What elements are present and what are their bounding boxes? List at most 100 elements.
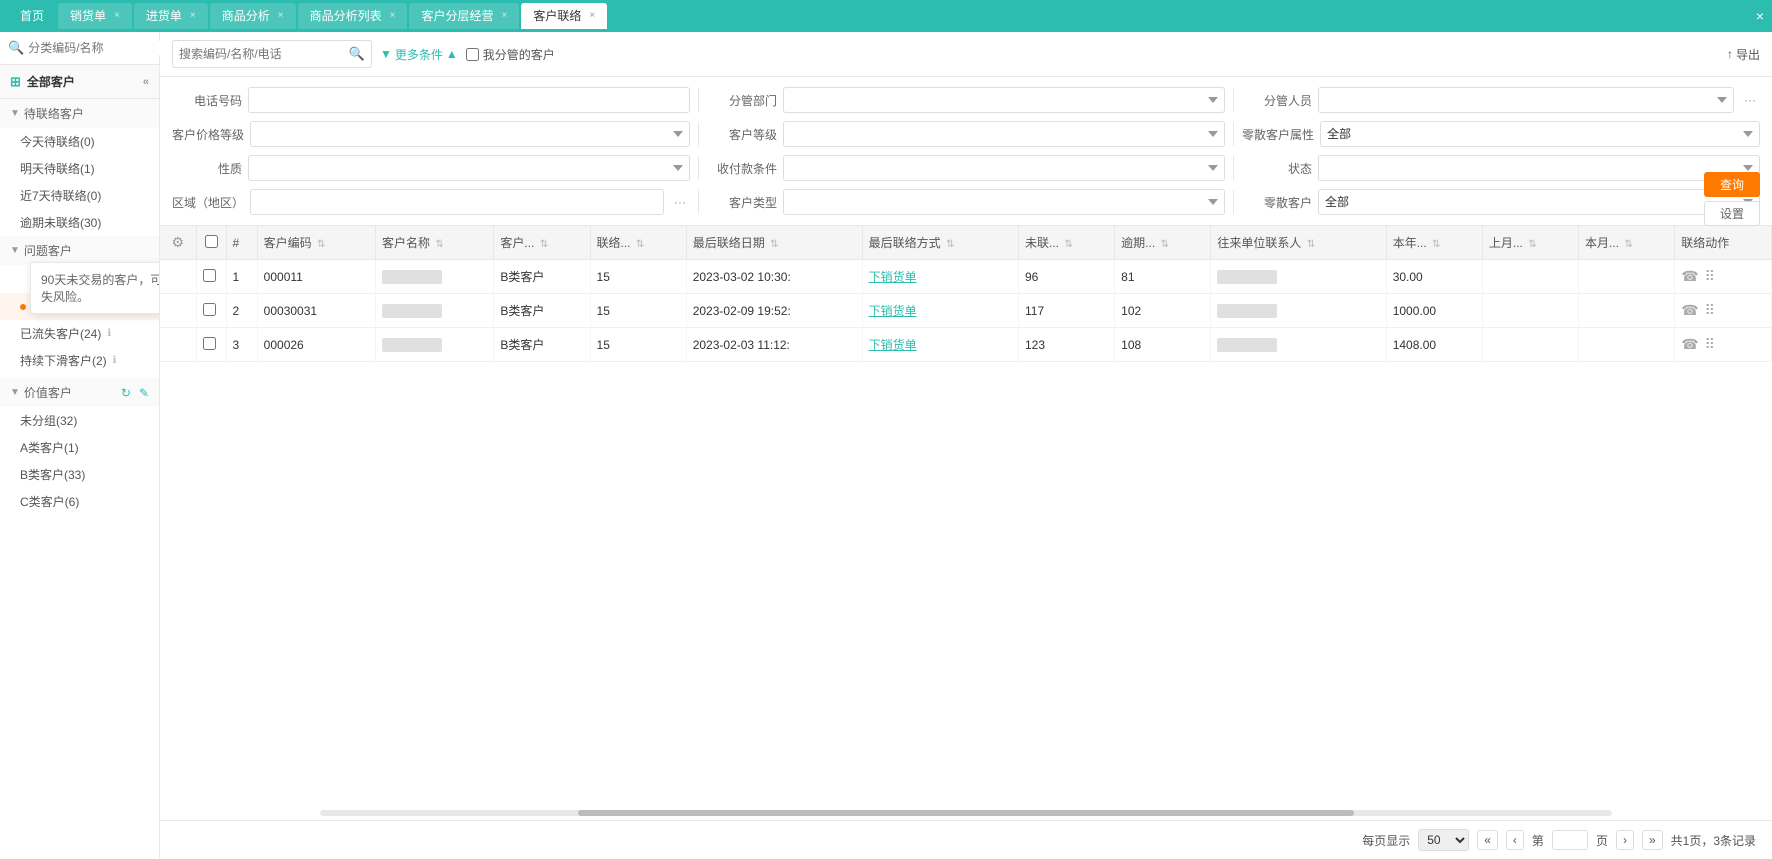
collapse-sidebar-icon[interactable]: « [143, 76, 149, 88]
row-checkbox-0[interactable] [203, 269, 216, 282]
edit-value-icon[interactable]: ✎ [139, 386, 149, 400]
close-tab-purchase-icon[interactable]: × [190, 3, 196, 29]
th-last-date: 最后联络日期 ⇅ [686, 226, 862, 260]
prev-page-button[interactable]: ‹ [1506, 830, 1524, 850]
page-size-select[interactable]: 50 20 100 [1418, 829, 1469, 851]
sidebar-item-c-class[interactable]: C类客户(6) [0, 488, 159, 515]
sidebar-item-today-pending[interactable]: 今天待联络(0) [0, 128, 159, 155]
filter-select-manager[interactable] [1318, 87, 1734, 113]
td-contact-2: 15 [590, 328, 686, 362]
filter-select-customer-type[interactable] [783, 189, 1225, 215]
td-last-way-2[interactable]: 下销货单 [862, 328, 1018, 362]
filter-row-3: 性质 收付款条件 状态 [172, 155, 1760, 181]
td-num-0: 1 [226, 260, 257, 294]
sidebar-item-declining[interactable]: 持续下滑客户(2) ℹ [0, 347, 159, 374]
sidebar-item-tomorrow-pending[interactable]: 明天待联络(1) [0, 155, 159, 182]
filter-select-dept[interactable] [783, 87, 1225, 113]
close-tab-customer-tier-icon[interactable]: × [501, 3, 507, 29]
filter-cell-payment: 收付款条件 [707, 155, 1225, 181]
sidebar-all-customers[interactable]: ⊞ 全部客户 « [0, 65, 159, 99]
row-checkbox-1[interactable] [203, 303, 216, 316]
close-tab-goods-list-icon[interactable]: × [390, 3, 396, 29]
current-page-input[interactable]: 1 [1552, 830, 1588, 850]
filter-cell-retail: 零散客户 全部 [1242, 189, 1760, 215]
phone-action-icon-2[interactable]: ☎ [1681, 336, 1698, 353]
td-name-blurred-2 [382, 338, 442, 352]
refresh-value-icon[interactable]: ↻ [121, 386, 131, 400]
horizontal-scrollbar[interactable] [160, 806, 1772, 820]
last-page-button[interactable]: » [1642, 830, 1663, 850]
close-tab-sales-icon[interactable]: × [114, 3, 120, 29]
more-action-icon-2[interactable]: ⠿ [1705, 336, 1715, 353]
filter-select-customer-level[interactable] [783, 121, 1225, 147]
tab-customer-link[interactable]: 客户联络 × [521, 3, 607, 29]
td-code-1: 00030031 [257, 294, 375, 328]
td-check-1 [196, 294, 226, 328]
td-name-0 [376, 260, 494, 294]
td-last-way-1[interactable]: 下销货单 [862, 294, 1018, 328]
tab-goods-list[interactable]: 商品分析列表 × [298, 3, 408, 29]
filter-select-nature[interactable] [248, 155, 690, 181]
next-page-button[interactable]: › [1616, 830, 1634, 850]
tab-home[interactable]: 首页 [8, 3, 56, 29]
search-input[interactable] [179, 47, 349, 61]
filter-select-retail-attr[interactable]: 全部 [1320, 121, 1760, 147]
filter-input-region[interactable] [250, 189, 664, 215]
my-customer-checkbox-label[interactable]: 我分管的客户 [466, 46, 555, 63]
more-action-icon-1[interactable]: ⠿ [1705, 302, 1715, 319]
more-action-icon-0[interactable]: ⠿ [1705, 268, 1715, 285]
filter-cell-price-level: 客户价格等级 [172, 121, 690, 147]
th-last-way: 最后联络方式 ⇅ [862, 226, 1018, 260]
filter-select-status[interactable] [1318, 155, 1760, 181]
tab-goods-analysis[interactable]: 商品分析 × [210, 3, 296, 29]
settings-button[interactable]: 设置 [1704, 201, 1760, 226]
td-code-0: 000011 [257, 260, 375, 294]
td-last-date-1: 2023-02-09 19:52: [686, 294, 862, 328]
td-last-way-0[interactable]: 下销货单 [862, 260, 1018, 294]
td-last-date-2: 2023-02-03 11:12: [686, 328, 862, 362]
sidebar-item-b-class[interactable]: B类客户(33) [0, 461, 159, 488]
tab-purchase[interactable]: 进货单 × [134, 3, 208, 29]
tab-customer-tier[interactable]: 客户分层经营 × [409, 3, 519, 29]
sidebar-item-ungrouped[interactable]: 未分组(32) [0, 407, 159, 434]
filter-label-nature: 性质 [172, 160, 242, 177]
close-tab-customer-link-icon[interactable]: × [589, 3, 595, 29]
close-all-button[interactable]: × [1756, 8, 1764, 24]
search-icon-btn[interactable]: 🔍 [349, 46, 365, 62]
sidebar-item-already-churned[interactable]: 已流失客户(24) ℹ [0, 320, 159, 347]
sidebar-section-pending-title[interactable]: ▼ 待联络客户 [0, 99, 159, 128]
export-button[interactable]: ↑ 导出 [1727, 46, 1760, 63]
filter-select-retail[interactable]: 全部 [1318, 189, 1760, 215]
filter-select-price-level[interactable] [250, 121, 690, 147]
phone-action-icon-0[interactable]: ☎ [1681, 268, 1698, 285]
my-customer-checkbox[interactable] [466, 48, 479, 61]
filter-region-more-btn[interactable]: ··· [670, 195, 690, 209]
phone-action-icon-1[interactable]: ☎ [1681, 302, 1698, 319]
filter-manager-more-btn[interactable]: ··· [1740, 93, 1760, 107]
filter-input-phone[interactable] [248, 87, 690, 113]
td-this-month-1 [1579, 294, 1675, 328]
close-tab-goods-icon[interactable]: × [278, 3, 284, 29]
sidebar-item-a-class[interactable]: A类客户(1) [0, 434, 159, 461]
grid-icon: ⊞ [10, 74, 21, 90]
sidebar-section-problem-title[interactable]: ▼ 问题客户 [0, 236, 159, 265]
sidebar-section-value-title[interactable]: ▼ 价值客户 ↻ ✎ [0, 378, 159, 407]
info-icon-declining: ℹ [113, 355, 117, 366]
sidebar-item-overdue-pending[interactable]: 逾期未联络(30) [0, 209, 159, 236]
info-icon-churned: ℹ [107, 328, 111, 339]
td-unit-contact-1 [1211, 294, 1386, 328]
table-body: 1 000011 B类客户 15 2023-03-02 10:30: 下销货单 … [160, 260, 1772, 362]
sidebar-item-7day-pending[interactable]: 近7天待联络(0) [0, 182, 159, 209]
gear-icon[interactable]: ⚙ [171, 234, 184, 250]
select-all-checkbox[interactable] [205, 235, 218, 248]
tab-sales[interactable]: 销货单 × [58, 3, 132, 29]
td-gear-0 [160, 260, 196, 294]
td-uncontact-1: 117 [1019, 294, 1115, 328]
row-checkbox-2[interactable] [203, 337, 216, 350]
more-filter-button[interactable]: ▼ 更多条件 ▲ [380, 46, 458, 63]
filter-cell-customer-type: 客户类型 [707, 189, 1225, 215]
first-page-button[interactable]: « [1477, 830, 1498, 850]
filter-select-payment[interactable] [783, 155, 1225, 181]
query-button[interactable]: 查询 [1704, 172, 1760, 197]
filter-row-1: 电话号码 分管部门 分管人员 ··· [172, 87, 1760, 113]
